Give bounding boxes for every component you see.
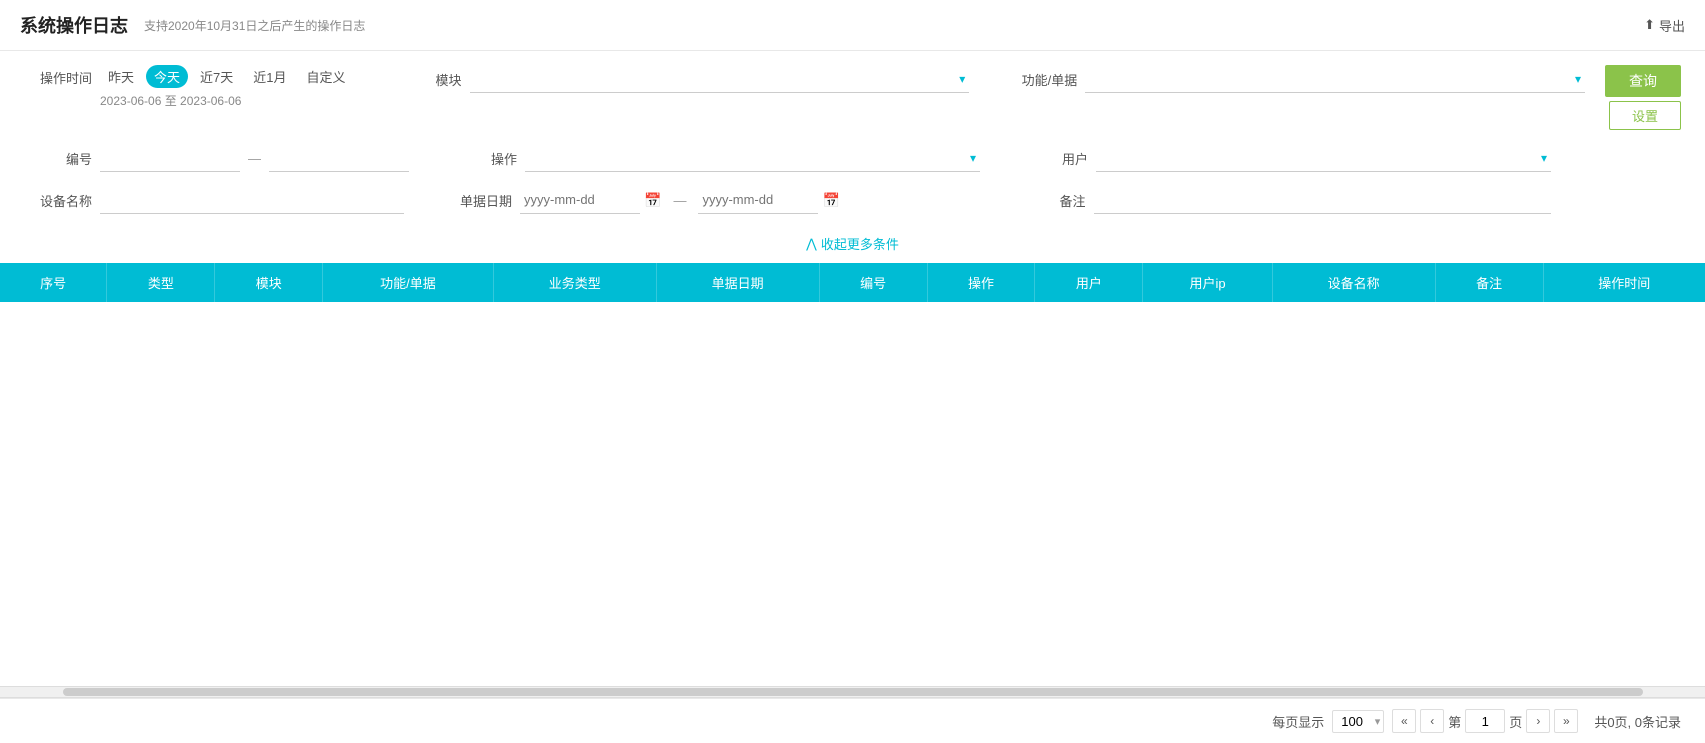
query-button[interactable]: 查询: [1605, 65, 1681, 97]
col-device: 设备名称: [1272, 263, 1435, 302]
horizontal-scrollbar[interactable]: [0, 686, 1705, 698]
serial-separator: —: [248, 151, 261, 166]
page-nav: « ‹ 第 页 › »: [1392, 709, 1578, 733]
operation-label: 操作: [449, 149, 517, 168]
device-label: 设备名称: [24, 191, 92, 210]
time-range-display: 2023-06-06 至 2023-06-06: [100, 92, 354, 109]
page-header: 系统操作日志 支持2020年10月31日之后产生的操作日志 ⬆ 导出: [0, 0, 1705, 51]
col-user: 用户: [1035, 263, 1143, 302]
settings-button[interactable]: 设置: [1609, 101, 1681, 130]
page-end-label: 页: [1509, 712, 1522, 731]
page-first-button[interactable]: «: [1392, 709, 1416, 733]
col-user-ip: 用户ip: [1143, 263, 1272, 302]
time-today-btn[interactable]: 今天: [146, 65, 188, 88]
col-serial-num: 编号: [819, 263, 927, 302]
col-operation: 操作: [927, 263, 1035, 302]
date-label: 单据日期: [444, 191, 512, 210]
time-7days-btn[interactable]: 近7天: [192, 65, 241, 88]
user-label: 用户: [1020, 149, 1088, 168]
per-page-select-wrapper: 10 20 50 100 200 ▾: [1332, 710, 1384, 733]
date-start-input[interactable]: [520, 186, 640, 214]
total-records: 共0页, 0条记录: [1594, 712, 1681, 731]
export-button[interactable]: ⬆ 导出: [1644, 16, 1685, 35]
per-page-label: 每页显示: [1272, 712, 1324, 731]
collapse-icon: ⋀: [806, 236, 817, 252]
module-select[interactable]: [470, 65, 970, 93]
page-subtitle: 支持2020年10月31日之后产生的操作日志: [144, 17, 365, 34]
serial-end-input[interactable]: [269, 144, 409, 172]
operation-select[interactable]: [525, 144, 980, 172]
col-biz-type: 业务类型: [493, 263, 656, 302]
table-header: 序号 类型 模块 功能/单据 业务类型 单据日期 编号 操作 用户 用户ip 设…: [0, 263, 1705, 302]
collapse-button[interactable]: ⋀ 收起更多条件: [806, 234, 899, 253]
pagination: 每页显示 10 20 50 100 200 ▾ « ‹ 第 页 › » 共0页,…: [0, 698, 1705, 743]
date-end-input[interactable]: [698, 186, 818, 214]
collapse-row: ⋀ 收起更多条件: [24, 228, 1681, 263]
remark-input[interactable]: [1094, 186, 1552, 214]
date-separator: —: [673, 193, 686, 208]
col-serial: 序号: [0, 263, 107, 302]
empty-area: [0, 302, 1705, 642]
remark-label: 备注: [1018, 191, 1086, 210]
page-title: 系统操作日志: [20, 12, 128, 38]
export-icon: ⬆: [1644, 17, 1655, 33]
scrollbar-thumb[interactable]: [63, 688, 1643, 696]
page-number-input[interactable]: [1465, 709, 1505, 733]
col-date: 单据日期: [656, 263, 819, 302]
col-feature: 功能/单据: [323, 263, 494, 302]
serial-label: 编号: [24, 149, 92, 168]
feature-select[interactable]: [1085, 65, 1585, 93]
time-label: 操作时间: [24, 68, 92, 87]
col-module: 模块: [215, 263, 323, 302]
calendar-end-icon[interactable]: 📅: [822, 192, 839, 209]
module-label: 模块: [394, 70, 462, 89]
feature-label: 功能/单据: [1009, 70, 1077, 89]
device-input[interactable]: [100, 186, 404, 214]
serial-start-input[interactable]: [100, 144, 240, 172]
data-table: 序号 类型 模块 功能/单据 业务类型 单据日期 编号 操作 用户 用户ip 设…: [0, 263, 1705, 302]
filter-section: 操作时间 昨天 今天 近7天 近1月 自定义 2023-06-06 至 2023…: [0, 51, 1705, 263]
time-custom-btn[interactable]: 自定义: [299, 65, 354, 88]
time-1month-btn[interactable]: 近1月: [245, 65, 294, 88]
col-op-time: 操作时间: [1543, 263, 1705, 302]
page-prev-button[interactable]: ‹: [1420, 709, 1444, 733]
col-type: 类型: [107, 263, 215, 302]
per-page-select[interactable]: 10 20 50 100 200: [1332, 710, 1384, 733]
action-buttons: 查询 设置: [1605, 65, 1681, 130]
col-remark: 备注: [1435, 263, 1543, 302]
calendar-start-icon[interactable]: 📅: [644, 192, 661, 209]
table-wrapper: 序号 类型 模块 功能/单据 业务类型 单据日期 编号 操作 用户 用户ip 设…: [0, 263, 1705, 686]
user-select[interactable]: [1096, 144, 1551, 172]
time-yesterday-btn[interactable]: 昨天: [100, 65, 142, 88]
page-label: 第: [1448, 712, 1461, 731]
page-next-button[interactable]: ›: [1526, 709, 1550, 733]
page-last-button[interactable]: »: [1554, 709, 1578, 733]
